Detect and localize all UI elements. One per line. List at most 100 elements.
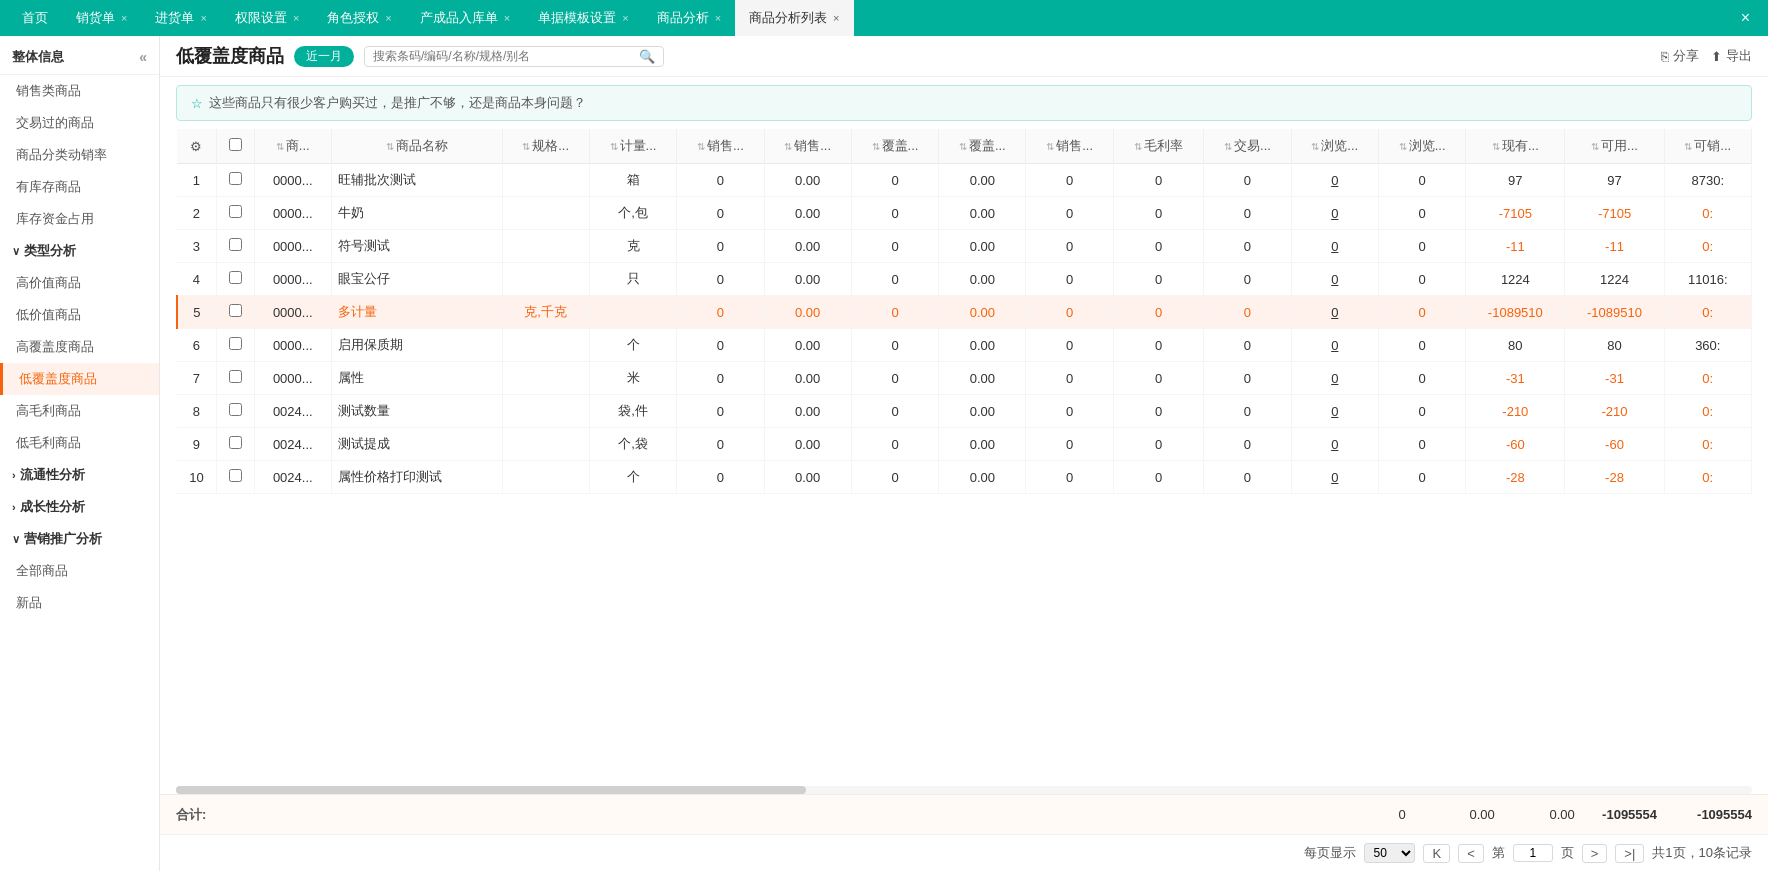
col-sale-amt[interactable]: ⇅销售...: [764, 129, 851, 164]
sidebar-item-category-rate[interactable]: 商品分类动销率: [0, 139, 159, 171]
last-page-button[interactable]: >|: [1615, 844, 1644, 863]
nav-tab-home[interactable]: 首页: [8, 0, 62, 36]
nav-tab-sales[interactable]: 销货单 ×: [62, 0, 141, 36]
table-row[interactable]: 4 0000... 眼宝公仔 只 0 0.00 0 0.00 0 0 0 0 0…: [177, 263, 1752, 296]
col-browse-b[interactable]: ⇅浏览...: [1378, 129, 1465, 164]
col-sale-b[interactable]: ⇅销售...: [1026, 129, 1113, 164]
row-browse-a[interactable]: 0: [1291, 362, 1378, 395]
row-select-checkbox[interactable]: [229, 469, 242, 482]
share-button[interactable]: ⎘ 分享: [1661, 47, 1699, 65]
col-unit[interactable]: ⇅计量...: [589, 129, 676, 164]
close-icon[interactable]: ×: [715, 12, 721, 24]
nav-tab-purchase[interactable]: 进货单 ×: [141, 0, 220, 36]
row-select-checkbox[interactable]: [229, 304, 242, 317]
col-browse-a[interactable]: ⇅浏览...: [1291, 129, 1378, 164]
row-browse-a[interactable]: 0: [1291, 197, 1378, 230]
col-stock-now[interactable]: ⇅现有...: [1466, 129, 1565, 164]
close-icon[interactable]: ×: [121, 12, 127, 24]
row-name[interactable]: 眼宝公仔: [331, 263, 502, 296]
horizontal-scrollbar[interactable]: [176, 786, 1752, 794]
row-checkbox[interactable]: [216, 395, 254, 428]
col-spec[interactable]: ⇅规格...: [502, 129, 589, 164]
row-name[interactable]: 牛奶: [331, 197, 502, 230]
col-stock-avail[interactable]: ⇅可用...: [1565, 129, 1664, 164]
nav-tab-role[interactable]: 角色授权 ×: [313, 0, 405, 36]
close-icon[interactable]: ×: [622, 12, 628, 24]
row-checkbox[interactable]: [216, 329, 254, 362]
sidebar-section-sku[interactable]: ∨ 类型分析: [0, 235, 159, 267]
sidebar-item-low-coverage[interactable]: 低覆盖度商品: [0, 363, 159, 395]
sidebar-collapse-button[interactable]: «: [139, 49, 147, 65]
col-cover-b[interactable]: ⇅覆盖...: [939, 129, 1026, 164]
page-number-input[interactable]: [1513, 844, 1553, 862]
table-container[interactable]: ⚙ ⇅商... ⇅商品名称 ⇅规格... ⇅计量... ⇅销售... ⇅销售..…: [160, 129, 1768, 786]
table-row[interactable]: 10 0024... 属性价格打印测试 个 0 0.00 0 0.00 0 0 …: [177, 461, 1752, 494]
row-select-checkbox[interactable]: [229, 436, 242, 449]
col-sale-qty[interactable]: ⇅销售...: [677, 129, 764, 164]
row-browse-a[interactable]: 0: [1291, 263, 1378, 296]
row-checkbox[interactable]: [216, 428, 254, 461]
row-checkbox[interactable]: [216, 362, 254, 395]
row-name[interactable]: 启用保质期: [331, 329, 502, 362]
scrollbar-thumb[interactable]: [176, 786, 806, 794]
sidebar-item-sales-goods[interactable]: 销售类商品: [0, 75, 159, 107]
close-icon[interactable]: ×: [293, 12, 299, 24]
nav-tab-goods-analysis[interactable]: 商品分析 ×: [643, 0, 735, 36]
table-row[interactable]: 5 0000... 多计量 克,千克 0 0.00 0 0.00 0 0 0 0…: [177, 296, 1752, 329]
row-browse-a[interactable]: 0: [1291, 230, 1378, 263]
export-button[interactable]: ⬆ 导出: [1711, 47, 1752, 65]
row-name[interactable]: 属性价格打印测试: [331, 461, 502, 494]
first-page-button[interactable]: K: [1423, 844, 1450, 863]
row-checkbox[interactable]: [216, 296, 254, 329]
col-name[interactable]: ⇅商品名称: [331, 129, 502, 164]
row-select-checkbox[interactable]: [229, 271, 242, 284]
period-button[interactable]: 近一月: [294, 46, 354, 67]
col-code[interactable]: ⇅商...: [254, 129, 331, 164]
row-browse-a[interactable]: 0: [1291, 329, 1378, 362]
col-stock-sale[interactable]: ⇅可销...: [1664, 129, 1751, 164]
table-row[interactable]: 7 0000... 属性 米 0 0.00 0 0.00 0 0 0 0 0 -…: [177, 362, 1752, 395]
table-row[interactable]: 2 0000... 牛奶 个,包 0 0.00 0 0.00 0 0 0 0 0…: [177, 197, 1752, 230]
row-name[interactable]: 旺辅批次测试: [331, 164, 502, 197]
sidebar-item-high-coverage[interactable]: 高覆盖度商品: [0, 331, 159, 363]
prev-page-button[interactable]: <: [1458, 844, 1484, 863]
row-browse-a[interactable]: 0: [1291, 296, 1378, 329]
sidebar-section-flow[interactable]: › 流通性分析: [0, 459, 159, 491]
sidebar-item-high-value[interactable]: 高价值商品: [0, 267, 159, 299]
nav-tab-product-instock[interactable]: 产成品入库单 ×: [406, 0, 524, 36]
row-select-checkbox[interactable]: [229, 370, 242, 383]
col-cover-a[interactable]: ⇅覆盖...: [851, 129, 938, 164]
col-trade[interactable]: ⇅交易...: [1204, 129, 1291, 164]
search-input[interactable]: [373, 49, 639, 63]
sidebar-item-low-value[interactable]: 低价值商品: [0, 299, 159, 331]
next-page-button[interactable]: >: [1582, 844, 1608, 863]
col-gross-rate[interactable]: ⇅毛利率: [1113, 129, 1203, 164]
table-row[interactable]: 3 0000... 符号测试 克 0 0.00 0 0.00 0 0 0 0 0…: [177, 230, 1752, 263]
row-checkbox[interactable]: [216, 263, 254, 296]
row-browse-a[interactable]: 0: [1291, 395, 1378, 428]
nav-tab-template[interactable]: 单据模板设置 ×: [524, 0, 642, 36]
page-size-select[interactable]: 50 20 100 200: [1364, 843, 1415, 863]
row-name[interactable]: 符号测试: [331, 230, 502, 263]
row-checkbox[interactable]: [216, 197, 254, 230]
row-select-checkbox[interactable]: [229, 403, 242, 416]
row-browse-a[interactable]: 0: [1291, 461, 1378, 494]
nav-tab-goods-analysis-list[interactable]: 商品分析列表 ×: [735, 0, 853, 36]
row-name[interactable]: 多计量: [331, 296, 502, 329]
table-row[interactable]: 8 0024... 测试数量 袋,件 0 0.00 0 0.00 0 0 0 0…: [177, 395, 1752, 428]
select-all-checkbox[interactable]: [229, 138, 242, 151]
sidebar-item-high-margin[interactable]: 高毛利商品: [0, 395, 159, 427]
row-select-checkbox[interactable]: [229, 238, 242, 251]
row-select-checkbox[interactable]: [229, 205, 242, 218]
search-icon[interactable]: 🔍: [639, 49, 655, 64]
row-checkbox[interactable]: [216, 461, 254, 494]
sidebar-item-stock-goods[interactable]: 有库存商品: [0, 171, 159, 203]
sidebar-section-market[interactable]: ∨ 营销推广分析: [0, 523, 159, 555]
close-icon[interactable]: ×: [385, 12, 391, 24]
row-browse-a[interactable]: 0: [1291, 428, 1378, 461]
col-settings[interactable]: ⚙: [177, 129, 216, 164]
close-icon[interactable]: ×: [504, 12, 510, 24]
sidebar-item-new-goods[interactable]: 新品: [0, 587, 159, 619]
nav-tab-permission[interactable]: 权限设置 ×: [221, 0, 313, 36]
row-name[interactable]: 测试数量: [331, 395, 502, 428]
